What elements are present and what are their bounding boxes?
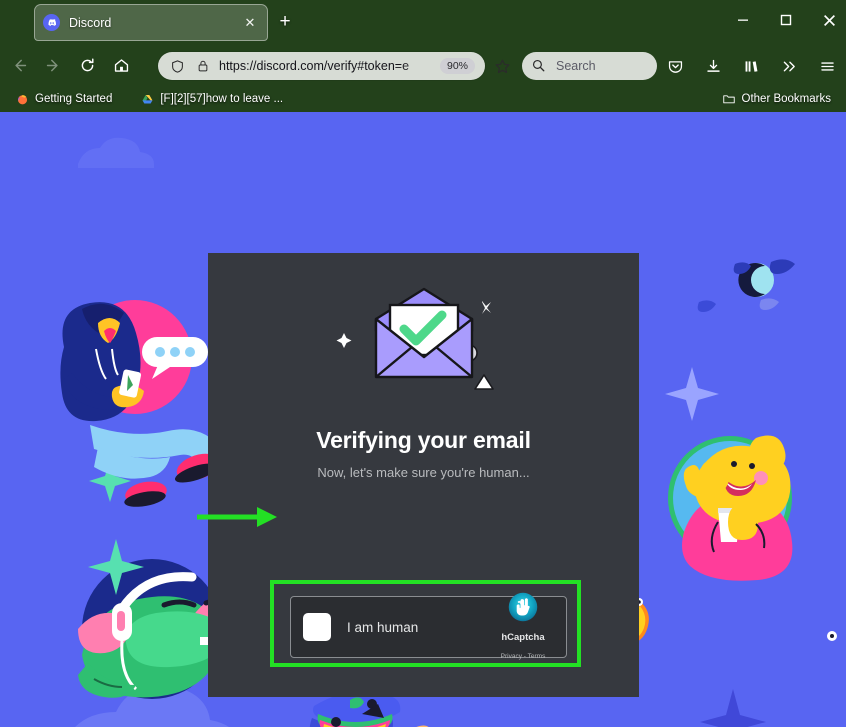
bookmarks-bar: Getting Started [F][2][57]how to leave .… xyxy=(0,86,846,112)
minimize-button[interactable] xyxy=(732,9,754,31)
hcaptcha-hand-icon xyxy=(508,592,538,626)
home-icon[interactable] xyxy=(106,51,136,81)
bookmark-getting-started[interactable]: Getting Started xyxy=(8,90,119,108)
hcaptcha-branding[interactable]: hCaptcha Privacy - Terms xyxy=(492,592,554,663)
green-annotation-arrow xyxy=(197,507,277,527)
bookmark-label: [F][2][57]how to leave ... xyxy=(160,93,284,105)
download-icon[interactable] xyxy=(698,51,728,81)
maximize-button[interactable] xyxy=(775,9,797,31)
overflow-chevrons-icon[interactable] xyxy=(774,51,804,81)
verify-email-modal: Verifying your email Now, let's make sur… xyxy=(208,253,639,697)
pocket-icon[interactable] xyxy=(660,51,690,81)
zoom-level-badge[interactable]: 90% xyxy=(439,58,475,74)
search-bar[interactable]: Search xyxy=(522,52,657,80)
browser-window: Discord ✕ + https://discord.com/verify#t… xyxy=(0,0,846,727)
star-icon[interactable] xyxy=(489,53,515,79)
browser-chrome: Discord ✕ + https://discord.com/verify#t… xyxy=(0,0,846,112)
bookmark-label: Getting Started xyxy=(35,93,113,105)
library-icon[interactable] xyxy=(736,51,766,81)
tab-title: Discord xyxy=(69,15,112,30)
envelope-illustration xyxy=(334,281,514,391)
hamburger-menu-icon[interactable] xyxy=(812,51,842,81)
captcha-highlight-box: I am human hCaptcha Privacy - Terms xyxy=(270,580,581,667)
tab-discord[interactable]: Discord ✕ xyxy=(34,4,268,41)
tab-close-button[interactable]: ✕ xyxy=(241,14,259,32)
url-text[interactable]: https://discord.com/verify#token=e xyxy=(219,59,440,73)
page-subtitle: Now, let's make sure you're human... xyxy=(317,465,530,480)
hcaptcha-privacy-terms-links[interactable]: Privacy - Terms xyxy=(501,653,546,660)
page-title: Verifying your email xyxy=(316,427,531,453)
other-bookmarks-label: Other Bookmarks xyxy=(741,93,831,105)
folder-icon xyxy=(722,92,736,106)
hcaptcha-brand-label: hCaptcha xyxy=(501,631,545,643)
toolbar-right-buttons xyxy=(660,51,842,81)
back-arrow-icon[interactable] xyxy=(4,51,34,81)
discord-favicon xyxy=(43,14,60,31)
hcaptcha-widget[interactable]: I am human hCaptcha Privacy - Terms xyxy=(290,592,567,660)
navigation-toolbar: https://discord.com/verify#token=e 90% S… xyxy=(0,45,846,86)
google-drive-icon xyxy=(140,92,154,106)
i-am-human-checkbox[interactable] xyxy=(303,613,331,641)
search-icon xyxy=(531,58,548,75)
firefox-icon xyxy=(15,92,29,106)
i-am-human-label: I am human xyxy=(347,619,419,635)
forward-arrow-icon[interactable] xyxy=(38,51,68,81)
close-window-button[interactable] xyxy=(818,9,840,31)
tracking-protection-shield-icon[interactable] xyxy=(168,57,186,75)
reload-icon[interactable] xyxy=(72,51,102,81)
bookmark-how-to-leave[interactable]: [F][2][57]how to leave ... xyxy=(133,90,290,108)
url-bar[interactable]: https://discord.com/verify#token=e 90% xyxy=(158,52,485,80)
new-tab-button[interactable]: + xyxy=(274,12,296,34)
search-input[interactable]: Search xyxy=(556,59,596,73)
window-controls xyxy=(732,9,840,31)
other-bookmarks-folder[interactable]: Other Bookmarks xyxy=(715,90,838,108)
discord-verify-page: Verifying your email Now, let's make sur… xyxy=(0,112,846,727)
padlock-icon[interactable] xyxy=(194,57,212,75)
tab-strip: Discord ✕ + xyxy=(0,0,846,45)
